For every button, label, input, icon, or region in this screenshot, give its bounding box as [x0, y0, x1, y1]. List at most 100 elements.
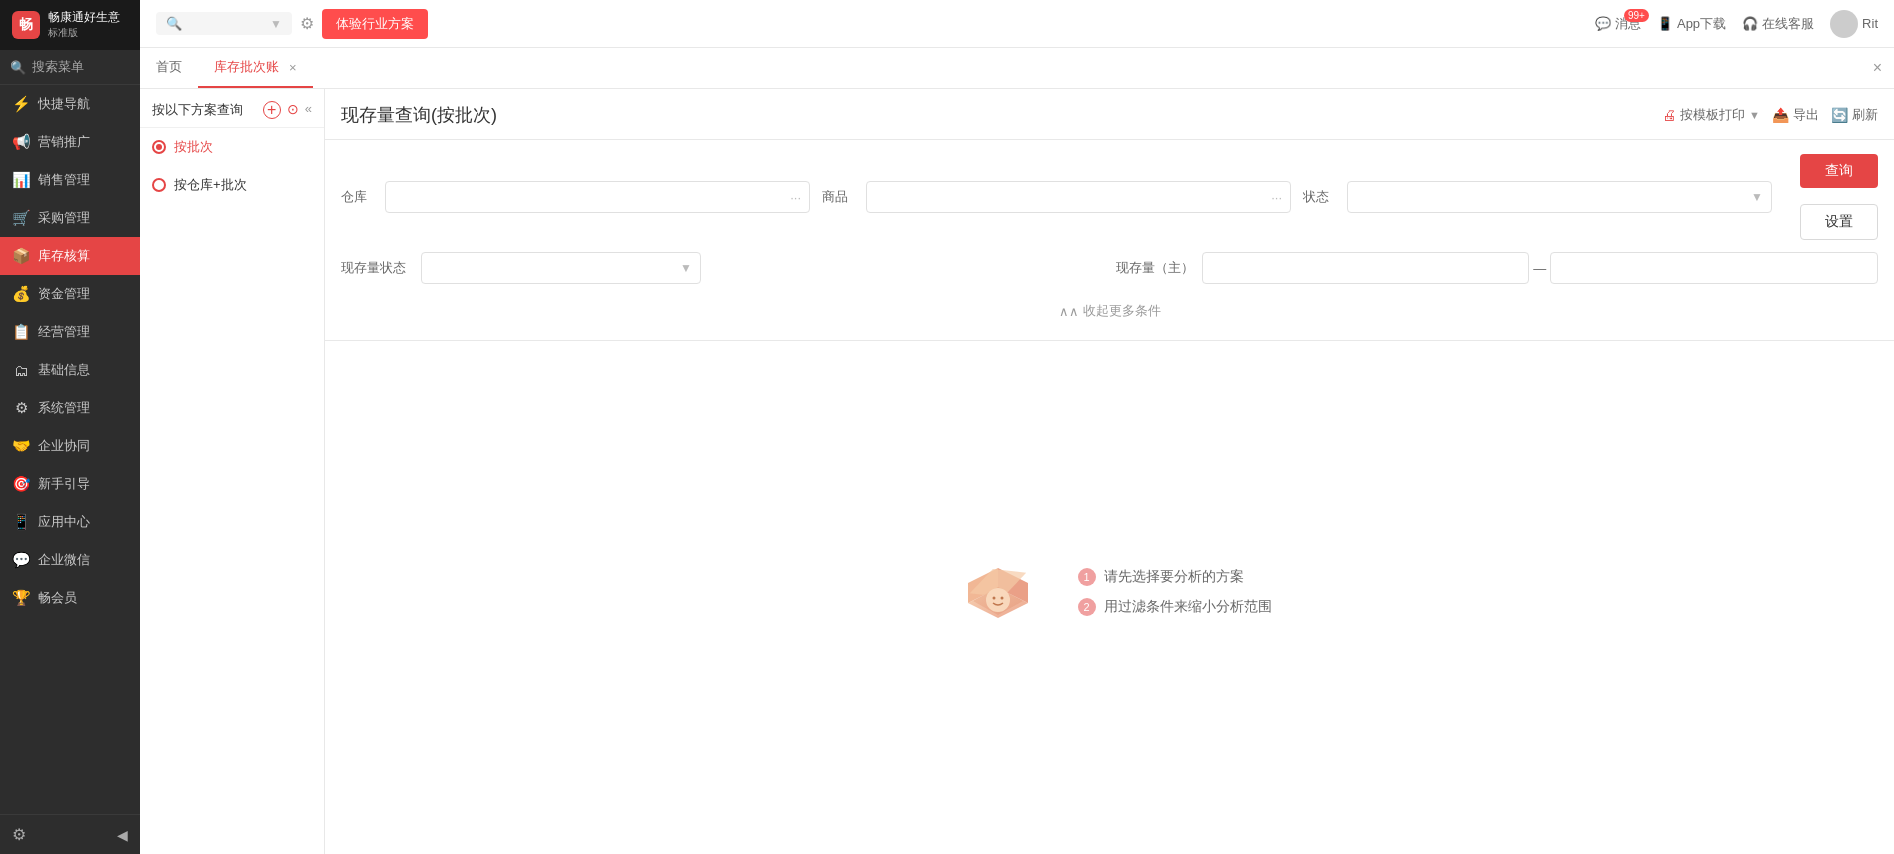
- user-name: Rit: [1862, 16, 1878, 31]
- user-avatar: [1830, 10, 1858, 38]
- warehouse-extra-btn[interactable]: ···: [790, 190, 801, 205]
- action-buttons: 查询 设置: [1800, 154, 1878, 240]
- nav-icon-wechat: 💬: [12, 551, 30, 569]
- empty-tips: 1 请先选择要分析的方案 2 用过滤条件来缩小分析范围: [1078, 568, 1272, 628]
- sidebar-search[interactable]: 🔍 搜索菜单: [0, 50, 140, 85]
- empty-tip-1: 1 请先选择要分析的方案: [1078, 568, 1272, 586]
- app-name: 畅康通好生意: [48, 10, 120, 26]
- online-support-button[interactable]: 🎧 在线客服: [1742, 15, 1814, 33]
- empty-tip-2: 2 用过滤条件来缩小分析范围: [1078, 598, 1272, 616]
- warehouse-input[interactable]: ···: [385, 181, 810, 213]
- nav-icon-operation: 📋: [12, 323, 30, 341]
- tab-inventory-batch[interactable]: 库存批次账 ×: [198, 48, 313, 88]
- sidebar-item-finance[interactable]: 💰资金管理: [0, 275, 140, 313]
- warehouse-label: 仓库: [341, 188, 377, 206]
- sidebar-item-collab[interactable]: 🤝企业协同: [0, 427, 140, 465]
- query-header-actions: 🖨 按模板打印 ▼ 📤 导出 🔄 刷新: [1662, 106, 1878, 124]
- status-dropdown-icon: ▼: [1751, 190, 1763, 204]
- sidebar-item-wechat[interactable]: 💬 企业微信: [0, 541, 140, 579]
- tab-close-inventory-batch[interactable]: ×: [289, 60, 297, 75]
- topbar-search-input[interactable]: [186, 16, 266, 31]
- status-select[interactable]: ▼: [1347, 181, 1772, 213]
- export-button[interactable]: 📤 导出: [1772, 106, 1819, 124]
- tab-label-inventory-batch: 库存批次账: [214, 58, 279, 76]
- inventory-qty-label: 现存量（主）: [1116, 259, 1194, 277]
- filter-item-by-warehouse-batch[interactable]: 按仓库+批次: [140, 166, 324, 204]
- filter-item-by-batch[interactable]: 按批次: [140, 128, 324, 166]
- sidebar-item-inventory[interactable]: 📦库存核算: [0, 237, 140, 275]
- refresh-button[interactable]: 🔄 刷新: [1831, 106, 1878, 124]
- nav-label-system: 系统管理: [38, 399, 90, 417]
- filter-panel: 按以下方案查询 + ⊙ « 按批次 按仓库+批次: [140, 89, 325, 854]
- nav-label-inventory: 库存核算: [38, 247, 90, 265]
- filter-settings-icon[interactable]: ⊙: [287, 101, 299, 119]
- filter-radio-by-warehouse-batch: [152, 178, 166, 192]
- industry-trial-button[interactable]: 体验行业方案: [322, 9, 428, 39]
- sidebar-search-label: 搜索菜单: [32, 58, 84, 76]
- filter-collapse-icon[interactable]: «: [305, 101, 312, 119]
- nav-label-collab: 企业协同: [38, 437, 90, 455]
- nav-label-basic: 基础信息: [38, 361, 90, 379]
- topbar-settings-icon[interactable]: ⚙: [300, 14, 314, 33]
- inventory-qty-from-input[interactable]: [1202, 252, 1530, 284]
- sidebar-item-quick-nav[interactable]: ⚡快捷导航: [0, 85, 140, 123]
- nav-label-guide: 新手引导: [38, 475, 90, 493]
- nav-label-wechat: 企业微信: [38, 551, 90, 569]
- messages-button[interactable]: 💬 消息 99+: [1595, 15, 1641, 33]
- user-profile-button[interactable]: Rit: [1830, 10, 1878, 38]
- app-logo: 畅: [12, 11, 40, 39]
- settings-icon[interactable]: ⚙: [12, 825, 26, 844]
- add-filter-icon[interactable]: +: [263, 101, 281, 119]
- sidebar-item-system[interactable]: ⚙系统管理: [0, 389, 140, 427]
- nav-icon-quick-nav: ⚡: [12, 95, 30, 113]
- message-icon: 💬: [1595, 16, 1611, 31]
- sidebar-header: 畅 畅康通好生意 标准版: [0, 0, 140, 50]
- query-button[interactable]: 查询: [1800, 154, 1878, 188]
- nav-icon-marketing: 📢: [12, 133, 30, 151]
- status-label: 状态: [1303, 188, 1339, 206]
- headset-icon: 🎧: [1742, 16, 1758, 31]
- sidebar-item-purchase[interactable]: 🛒采购管理: [0, 199, 140, 237]
- sidebar-item-appstore[interactable]: 📱 应用中心: [0, 503, 140, 541]
- nav-label-sales: 销售管理: [38, 171, 90, 189]
- inventory-status-select[interactable]: ▼: [421, 252, 701, 284]
- warehouse-text-input[interactable]: [394, 190, 786, 205]
- sidebar-footer: ⚙ ◀: [0, 814, 140, 854]
- content-area: 按以下方案查询 + ⊙ « 按批次 按仓库+批次 现存量查询(按批次): [140, 89, 1894, 854]
- dropdown-icon: ▼: [270, 17, 282, 31]
- product-label: 商品: [822, 188, 858, 206]
- nav-label-operation: 经营管理: [38, 323, 90, 341]
- empty-state: 1 请先选择要分析的方案 2 用过滤条件来缩小分析范围: [325, 341, 1894, 854]
- search-icon: 🔍: [10, 60, 26, 75]
- refresh-icon: 🔄: [1831, 107, 1848, 123]
- nav-label-appstore: 应用中心: [38, 513, 90, 531]
- sidebar-item-sales[interactable]: 📊销售管理: [0, 161, 140, 199]
- tab-home[interactable]: 首页: [140, 48, 198, 88]
- collapse-conditions-button[interactable]: ∧∧ 收起更多条件: [341, 296, 1878, 326]
- settings-button[interactable]: 设置: [1800, 204, 1878, 240]
- export-label: 导出: [1793, 106, 1819, 124]
- topbar-actions: 💬 消息 99+ 📱 App下载 🎧 在线客服 Rit: [1595, 10, 1878, 38]
- app-download-icon: 📱: [1657, 16, 1673, 31]
- nav-icon-appstore: 📱: [12, 513, 30, 531]
- product-input[interactable]: ···: [866, 181, 1291, 213]
- print-button[interactable]: 🖨 按模板打印 ▼: [1662, 106, 1760, 124]
- topbar-search-icon: 🔍: [166, 16, 182, 31]
- sidebar-item-basic[interactable]: 🗂基础信息: [0, 351, 140, 389]
- tabs-close-all-button[interactable]: ×: [1861, 51, 1894, 85]
- topbar-search[interactable]: 🔍 ▼: [156, 12, 292, 35]
- sidebar-item-guide[interactable]: 🎯新手引导: [0, 465, 140, 503]
- export-icon: 📤: [1772, 107, 1789, 123]
- warehouse-condition: 仓库 ···: [341, 181, 810, 213]
- filter-label-by-batch: 按批次: [174, 138, 213, 156]
- product-text-input[interactable]: [875, 190, 1267, 205]
- collapse-icon[interactable]: ◀: [117, 827, 128, 843]
- nav-icon-finance: 💰: [12, 285, 30, 303]
- sidebar-item-marketing[interactable]: 📢营销推广: [0, 123, 140, 161]
- product-extra-btn[interactable]: ···: [1271, 190, 1282, 205]
- app-download-button[interactable]: 📱 App下载: [1657, 15, 1726, 33]
- inventory-qty-to-input[interactable]: [1550, 252, 1878, 284]
- sidebar-item-member[interactable]: 🏆畅会员: [0, 579, 140, 617]
- sidebar-item-operation[interactable]: 📋 经营管理: [0, 313, 140, 351]
- collapse-up-icon: ∧∧: [1059, 304, 1079, 319]
